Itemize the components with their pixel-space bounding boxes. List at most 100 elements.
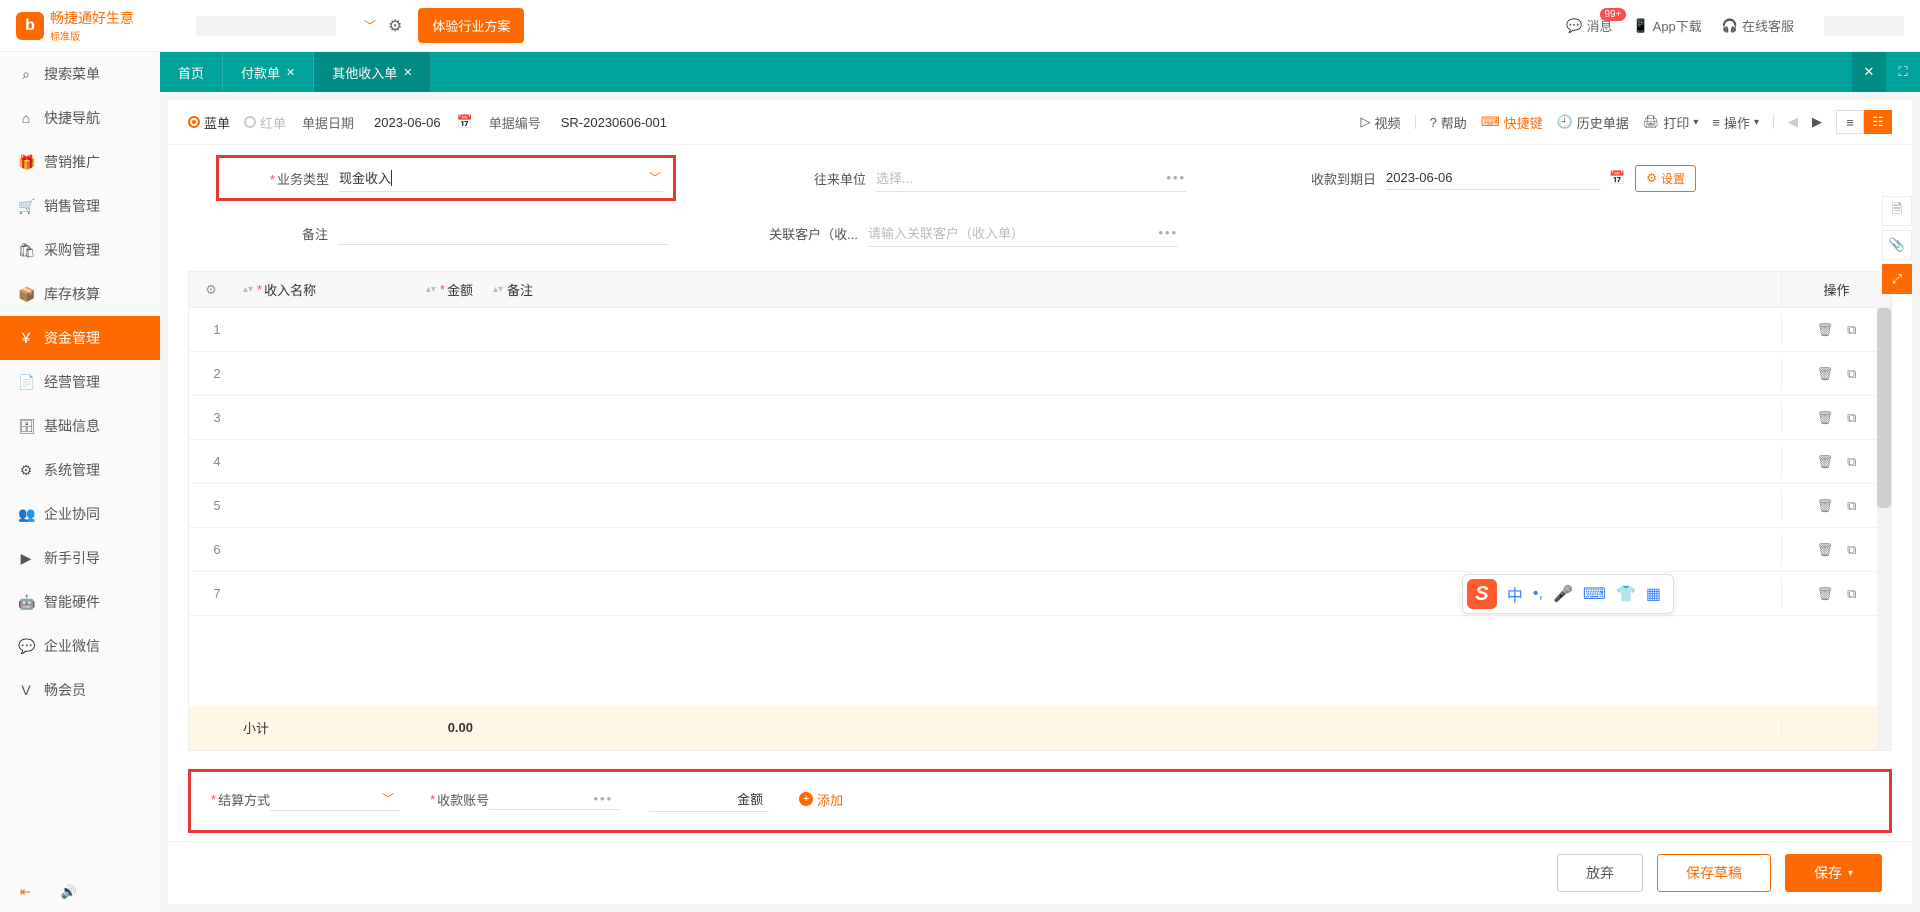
cell-remark[interactable]	[495, 542, 1781, 558]
sort-icon[interactable]: ▴▾	[493, 287, 503, 292]
cell-amount[interactable]	[385, 498, 495, 514]
cell-remark[interactable]	[495, 366, 1781, 382]
view-detail-button[interactable]: ☷	[1864, 110, 1892, 134]
receipt-account-field[interactable]: *收款账号 •••	[430, 788, 619, 810]
cell-remark[interactable]	[495, 322, 1781, 338]
cell-income-name[interactable]	[245, 322, 385, 338]
cell-amount[interactable]	[385, 410, 495, 426]
cell-income-name[interactable]	[245, 586, 385, 602]
ime-keyboard-button[interactable]: ⌨	[1583, 584, 1606, 604]
delete-row-icon[interactable]: 🗑	[1817, 542, 1834, 558]
online-service-button[interactable]: 🎧 在线客服	[1722, 16, 1794, 35]
cell-income-name[interactable]	[245, 498, 385, 514]
ime-lang-button[interactable]: 中	[1507, 582, 1523, 606]
next-record-button[interactable]: ▶	[1812, 114, 1822, 130]
delete-row-icon[interactable]: 🗑	[1817, 322, 1834, 338]
sidebar-item-purchase[interactable]: 🛍采购管理	[0, 228, 160, 272]
copy-row-icon[interactable]: ⧉	[1847, 410, 1856, 426]
radio-red-order[interactable]: 红单	[244, 113, 286, 132]
sidebar-item-system[interactable]: ⚙系统管理	[0, 448, 160, 492]
operate-button[interactable]: ≡操作▾	[1712, 113, 1759, 132]
gear-icon[interactable]: ⚙	[388, 16, 402, 36]
table-row[interactable]: 3🗑⧉	[189, 396, 1891, 440]
sidebar-item-marketing[interactable]: 🎁营销推广	[0, 140, 160, 184]
table-row[interactable]: 2🗑⧉	[189, 352, 1891, 396]
cell-amount[interactable]	[385, 366, 495, 382]
help-button[interactable]: ?帮助	[1430, 113, 1467, 132]
copy-row-icon[interactable]: ⧉	[1847, 542, 1856, 558]
copy-row-icon[interactable]: ⧉	[1847, 322, 1856, 338]
sidebar-item-inventory[interactable]: 📦库存核算	[0, 272, 160, 316]
discard-button[interactable]: 放弃	[1557, 854, 1643, 892]
cell-amount[interactable]	[385, 542, 495, 558]
scrollbar[interactable]	[1877, 308, 1891, 750]
cell-income-name[interactable]	[245, 454, 385, 470]
add-settlement-button[interactable]: + 添加	[799, 790, 843, 809]
settings-button[interactable]: ⚙设置	[1635, 165, 1696, 192]
save-button[interactable]: 保存▾	[1785, 854, 1882, 892]
app-download-button[interactable]: 📱 App下载	[1632, 16, 1701, 35]
sidebar-item-basic[interactable]: 🗄基础信息	[0, 404, 160, 448]
settlement-method-field[interactable]: *结算方式 ﹀	[211, 787, 400, 811]
cell-income-name[interactable]	[245, 410, 385, 426]
sidebar-item-sales[interactable]: 🛒销售管理	[0, 184, 160, 228]
sidebar-item-search[interactable]: ⌕搜索菜单	[0, 52, 160, 96]
more-icon[interactable]: •••	[594, 791, 614, 806]
tab-payment[interactable]: 付款单✕	[223, 52, 314, 92]
print-button[interactable]: 🖨打印▾	[1643, 113, 1699, 132]
delete-row-icon[interactable]: 🗑	[1817, 366, 1834, 382]
ime-toolbar[interactable]: S 中 •, 🎤 ⌨ 👕 ▦	[1462, 574, 1674, 614]
radio-blue-order[interactable]: 蓝单	[188, 113, 230, 132]
sort-icon[interactable]: ▴▾	[426, 287, 436, 292]
sidebar-item-finance[interactable]: ￥资金管理	[0, 316, 160, 360]
ime-punct-button[interactable]: •,	[1533, 585, 1543, 603]
sidebar-item-vip[interactable]: V畅会员	[0, 668, 160, 712]
sidebar-item-hardware[interactable]: 🤖智能硬件	[0, 580, 160, 624]
delete-row-icon[interactable]: 🗑	[1817, 498, 1834, 514]
sort-icon[interactable]: ▴▾	[243, 287, 253, 292]
table-row[interactable]: 6🗑⧉	[189, 528, 1891, 572]
ime-skin-button[interactable]: 👕	[1616, 584, 1636, 604]
attach-tool-button[interactable]: 📎	[1882, 230, 1912, 260]
delete-row-icon[interactable]: 🗑	[1817, 410, 1834, 426]
more-icon[interactable]: •••	[1158, 225, 1178, 240]
close-icon[interactable]: ✕	[286, 66, 295, 79]
sidebar-item-quicknav[interactable]: ⌂快捷导航	[0, 96, 160, 140]
tabs-fullscreen[interactable]: ⛶	[1886, 52, 1920, 92]
ime-voice-button[interactable]: 🎤	[1553, 584, 1573, 604]
calendar-icon[interactable]: 📅	[457, 114, 473, 130]
delete-row-icon[interactable]: 🗑	[1817, 454, 1834, 470]
remark-input[interactable]	[338, 221, 668, 245]
cell-amount[interactable]	[385, 322, 495, 338]
delete-row-icon[interactable]: 🗑	[1817, 586, 1834, 602]
due-date-input[interactable]: 2023-06-06	[1386, 166, 1601, 190]
view-list-button[interactable]: ≡	[1836, 110, 1864, 134]
save-draft-button[interactable]: 保存草稿	[1657, 854, 1771, 892]
sidebar-item-guide[interactable]: ▶新手引导	[0, 536, 160, 580]
experience-plan-button[interactable]: 体验行业方案	[418, 8, 524, 43]
cell-remark[interactable]	[495, 454, 1781, 470]
cell-income-name[interactable]	[245, 366, 385, 382]
assoc-customer-input[interactable]: 请输入关联客户（收入单） •••	[868, 219, 1178, 247]
history-button[interactable]: 🕘历史单据	[1557, 113, 1629, 132]
sound-icon[interactable]: 🔊	[61, 884, 77, 900]
close-icon[interactable]: ✕	[403, 66, 412, 79]
shortcut-button[interactable]: ⌨快捷键	[1481, 113, 1543, 132]
table-row[interactable]: 1🗑⧉	[189, 308, 1891, 352]
cell-remark[interactable]	[495, 498, 1781, 514]
user-avatar-redacted[interactable]	[1824, 16, 1904, 36]
partner-select[interactable]: 选择... •••	[876, 164, 1186, 192]
copy-row-icon[interactable]: ⧉	[1847, 498, 1856, 514]
tab-home[interactable]: 首页	[160, 52, 223, 92]
calendar-icon[interactable]: 📅	[1609, 170, 1625, 186]
settlement-amount-field[interactable]: 金额	[649, 786, 769, 812]
sidebar-item-wechat[interactable]: 💬企业微信	[0, 624, 160, 668]
ime-toolbox-button[interactable]: ▦	[1646, 584, 1661, 604]
scrollbar-thumb[interactable]	[1877, 308, 1891, 508]
cell-remark[interactable]	[495, 410, 1781, 426]
copy-row-icon[interactable]: ⧉	[1847, 366, 1856, 382]
doc-date-value[interactable]: 2023-06-06	[374, 115, 441, 130]
biz-type-select[interactable]: 现金收入 ﹀	[339, 164, 663, 192]
copy-row-icon[interactable]: ⧉	[1847, 454, 1856, 470]
company-selector[interactable]: ﹀	[196, 16, 388, 36]
